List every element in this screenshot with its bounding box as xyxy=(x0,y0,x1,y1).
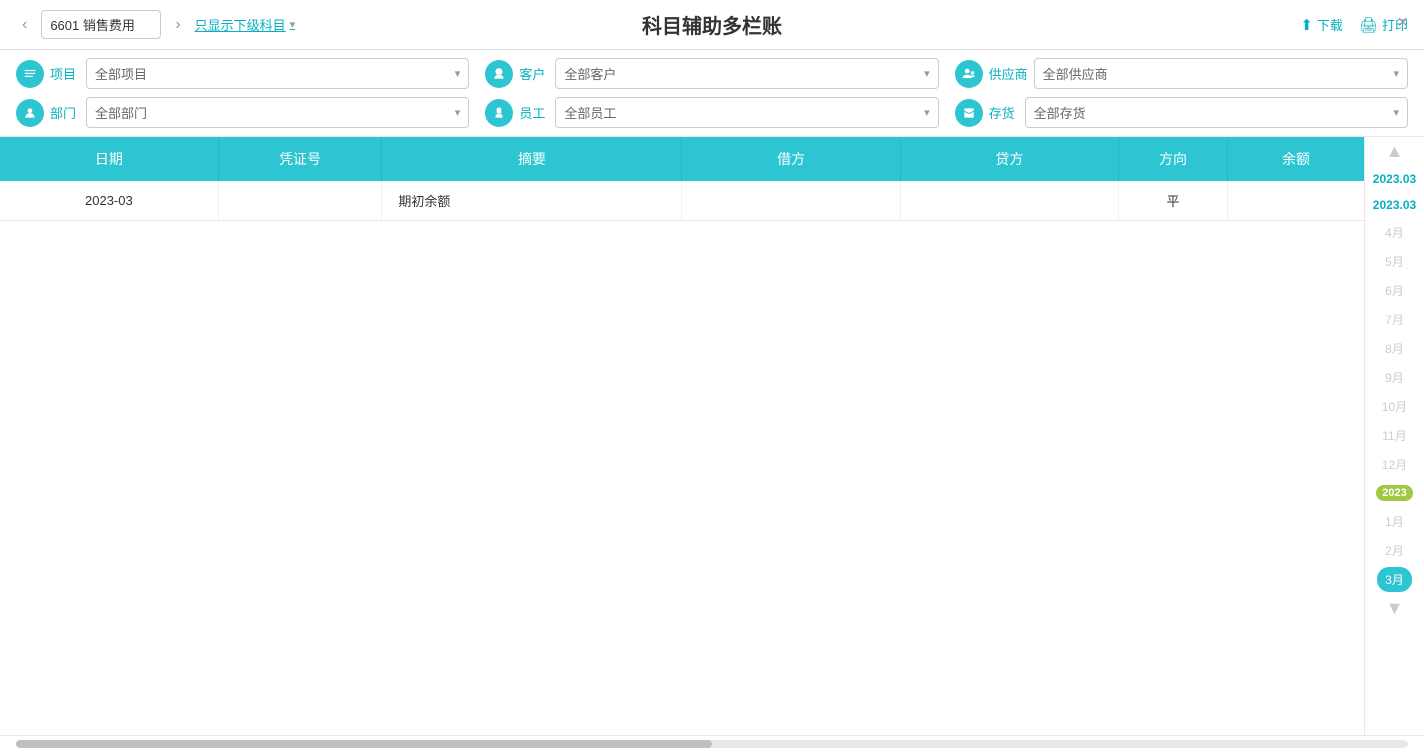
timeline-month-10[interactable]: 10月 xyxy=(1365,392,1424,421)
main-table-area: 日期 凭证号 摘要 借方 贷方 方向 余额 2023-03 期初余额 平 xyxy=(0,137,1364,735)
filter-item-customer: 客户 全部客户 ▾ xyxy=(485,58,938,89)
table-container: 日期 凭证号 摘要 借方 贷方 方向 余额 2023-03 期初余额 平 xyxy=(0,137,1424,735)
project-icon xyxy=(16,60,44,88)
timeline-month-6[interactable]: 6月 xyxy=(1365,276,1424,305)
department-icon xyxy=(16,99,44,127)
timeline-month-4[interactable]: 4月 xyxy=(1365,218,1424,247)
inventory-select[interactable]: 全部存货 ▾ xyxy=(1025,97,1408,128)
project-label: 项目 xyxy=(50,64,80,83)
filter-bar: 项目 全部项目 ▾ 客户 全部客户 ▾ xyxy=(0,50,1424,137)
department-label: 部门 xyxy=(50,103,80,122)
col-summary: 摘要 xyxy=(382,137,682,181)
cell-direction: 平 xyxy=(1118,181,1227,221)
col-debit: 借方 xyxy=(682,137,900,181)
cell-debit xyxy=(682,181,900,221)
filter-item-supplier: 供应商 全部供应商 ▾ xyxy=(955,58,1408,89)
inventory-value: 全部存货 xyxy=(1034,103,1086,122)
table-row[interactable]: 2023-03 期初余额 平 xyxy=(0,181,1364,221)
employee-label: 员工 xyxy=(519,103,549,122)
show-sub-arrow: ▾ xyxy=(290,18,296,31)
cell-balance xyxy=(1228,181,1364,221)
col-date: 日期 xyxy=(0,137,218,181)
customer-select[interactable]: 全部客户 ▾ xyxy=(555,58,938,89)
print-icon: 🖨 xyxy=(1359,16,1378,34)
download-icon: ⬆ xyxy=(1300,16,1313,34)
year-badge: 2023 xyxy=(1376,485,1412,501)
account-code-display[interactable]: 6601 销售费用 xyxy=(41,10,161,39)
department-select[interactable]: 全部部门 ▾ xyxy=(86,97,469,128)
timeline-month-1[interactable]: 1月 xyxy=(1365,507,1424,536)
employee-value: 全部员工 xyxy=(564,103,616,122)
filter-item-employee: 员工 全部员工 ▾ xyxy=(485,97,938,128)
filter-item-department: 部门 全部部门 ▾ xyxy=(16,97,469,128)
timeline-month-7[interactable]: 7月 xyxy=(1365,305,1424,334)
filter-item-project: 项目 全部项目 ▾ xyxy=(16,58,469,89)
col-credit: 贷方 xyxy=(900,137,1118,181)
timeline-month-11[interactable]: 11月 xyxy=(1365,421,1424,450)
main-window: × ‹ 6601 销售费用 › 只显示下级科目 ▾ 科目辅助多栏账 ⬆ 下载 🖨… xyxy=(0,0,1424,752)
timeline-period-1[interactable]: 2023.03 xyxy=(1365,166,1424,192)
cell-voucher xyxy=(218,181,382,221)
col-voucher: 凭证号 xyxy=(218,137,382,181)
prev-account-button[interactable]: ‹ xyxy=(16,14,33,36)
project-value: 全部项目 xyxy=(95,64,147,83)
ledger-table: 日期 凭证号 摘要 借方 贷方 方向 余额 2023-03 期初余额 平 xyxy=(0,137,1364,221)
timeline-month-2[interactable]: 2月 xyxy=(1365,536,1424,565)
next-account-button[interactable]: › xyxy=(169,14,186,36)
timeline-month-12[interactable]: 12月 xyxy=(1365,450,1424,479)
timeline-month-5[interactable]: 5月 xyxy=(1365,247,1424,276)
timeline-down-nav[interactable]: ▼ xyxy=(1365,594,1424,623)
customer-arrow: ▾ xyxy=(924,67,930,80)
employee-arrow: ▾ xyxy=(924,106,930,119)
timeline-month-9[interactable]: 9月 xyxy=(1365,363,1424,392)
filter-row-1: 项目 全部项目 ▾ 客户 全部客户 ▾ xyxy=(16,58,1408,89)
page-title: 科目辅助多栏账 xyxy=(642,10,782,39)
project-select[interactable]: 全部项目 ▾ xyxy=(86,58,469,89)
col-direction: 方向 xyxy=(1118,137,1227,181)
supplier-arrow: ▾ xyxy=(1393,67,1399,80)
supplier-value: 全部供应商 xyxy=(1043,64,1108,83)
inventory-icon xyxy=(955,99,983,127)
show-sub-button[interactable]: 只显示下级科目 ▾ xyxy=(195,15,296,34)
timeline-month-8[interactable]: 8月 xyxy=(1365,334,1424,363)
title-bar: ‹ 6601 销售费用 › 只显示下级科目 ▾ 科目辅助多栏账 ⬆ 下载 🖨 打… xyxy=(0,0,1424,50)
supplier-icon xyxy=(955,60,983,88)
title-right: ⬆ 下载 🖨 打印 xyxy=(1300,15,1408,34)
show-sub-label: 只显示下级科目 xyxy=(195,15,286,34)
filter-row-2: 部门 全部部门 ▾ 员工 全部员工 ▾ xyxy=(16,97,1408,128)
department-arrow: ▾ xyxy=(455,106,461,119)
scrollbar-thumb xyxy=(16,740,712,748)
cell-date: 2023-03 xyxy=(0,181,218,221)
inventory-label: 存货 xyxy=(989,103,1019,122)
timeline-active-month[interactable]: 3月 xyxy=(1377,567,1412,592)
employee-select[interactable]: 全部员工 ▾ xyxy=(555,97,938,128)
cell-credit xyxy=(900,181,1118,221)
close-button[interactable]: × xyxy=(1397,12,1408,33)
supplier-label: 供应商 xyxy=(989,64,1028,83)
download-button[interactable]: ⬆ 下载 xyxy=(1300,15,1343,34)
customer-value: 全部客户 xyxy=(564,64,616,83)
table-header-row: 日期 凭证号 摘要 借方 贷方 方向 余额 xyxy=(0,137,1364,181)
col-balance: 余额 xyxy=(1228,137,1364,181)
scroll-bar-area xyxy=(0,735,1424,752)
side-timeline: ▲ 2023.03 2023.03 4月 5月 6月 7月 8月 9月 10月 … xyxy=(1364,137,1424,735)
inventory-arrow: ▾ xyxy=(1393,106,1399,119)
timeline-up-nav[interactable]: ▲ xyxy=(1365,137,1424,166)
employee-icon xyxy=(485,99,513,127)
cell-summary: 期初余额 xyxy=(382,181,682,221)
timeline-period-2[interactable]: 2023.03 xyxy=(1365,192,1424,218)
title-left: ‹ 6601 销售费用 › 只显示下级科目 ▾ xyxy=(16,10,295,39)
filter-item-inventory: 存货 全部存货 ▾ xyxy=(955,97,1408,128)
project-arrow: ▾ xyxy=(455,67,461,80)
department-value: 全部部门 xyxy=(95,103,147,122)
supplier-select[interactable]: 全部供应商 ▾ xyxy=(1034,58,1408,89)
customer-icon xyxy=(485,60,513,88)
horizontal-scrollbar[interactable] xyxy=(16,740,1408,748)
customer-label: 客户 xyxy=(519,64,549,83)
download-label: 下载 xyxy=(1317,15,1343,34)
